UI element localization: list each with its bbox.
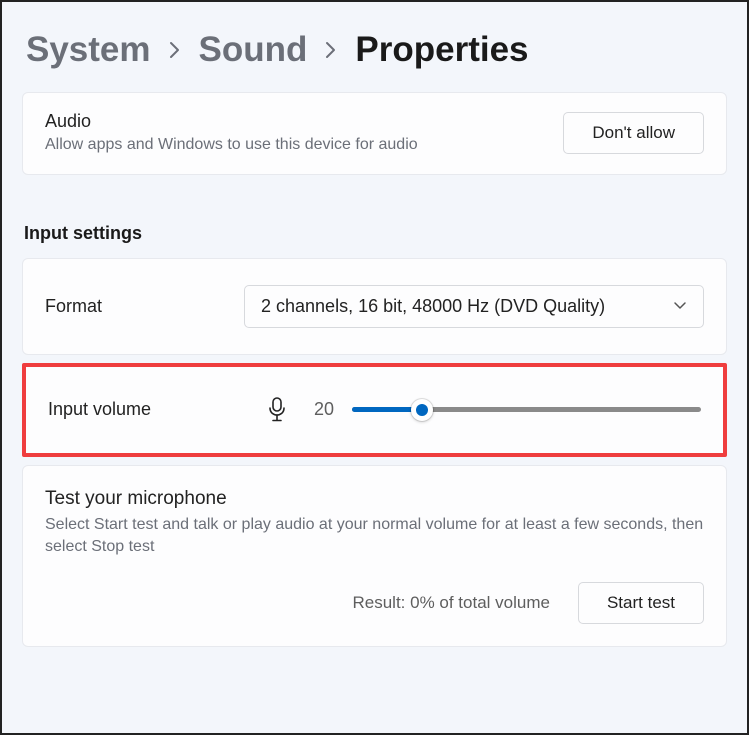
volume-slider[interactable]	[352, 399, 701, 421]
breadcrumb-properties: Properties	[355, 30, 528, 70]
microphone-icon[interactable]	[266, 397, 288, 423]
audio-title: Audio	[45, 111, 418, 132]
input-settings-heading: Input settings	[24, 223, 727, 244]
test-result: Result: 0% of total volume	[352, 593, 549, 613]
breadcrumb-sound[interactable]: Sound	[199, 30, 308, 70]
slider-thumb[interactable]	[411, 399, 433, 421]
volume-value: 20	[306, 399, 334, 420]
test-description: Select Start test and talk or play audio…	[45, 514, 704, 559]
audio-card: Audio Allow apps and Windows to use this…	[22, 92, 727, 175]
test-title: Test your microphone	[45, 488, 704, 510]
format-select[interactable]: 2 channels, 16 bit, 48000 Hz (DVD Qualit…	[244, 285, 704, 328]
chevron-down-icon	[673, 301, 687, 311]
start-test-button[interactable]: Start test	[578, 582, 704, 624]
dont-allow-button[interactable]: Don't allow	[563, 112, 704, 154]
chevron-right-icon	[169, 41, 181, 59]
test-microphone-card: Test your microphone Select Start test a…	[22, 465, 727, 648]
input-volume-card: Input volume 20	[22, 363, 727, 457]
audio-description: Allow apps and Windows to use this devic…	[45, 134, 418, 156]
breadcrumb-system[interactable]: System	[26, 30, 151, 70]
format-label: Format	[45, 296, 102, 317]
input-volume-label: Input volume	[48, 399, 248, 420]
format-card: Format 2 channels, 16 bit, 48000 Hz (DVD…	[22, 258, 727, 355]
chevron-right-icon	[325, 41, 337, 59]
format-value: 2 channels, 16 bit, 48000 Hz (DVD Qualit…	[261, 296, 605, 317]
breadcrumb: System Sound Properties	[22, 2, 727, 92]
